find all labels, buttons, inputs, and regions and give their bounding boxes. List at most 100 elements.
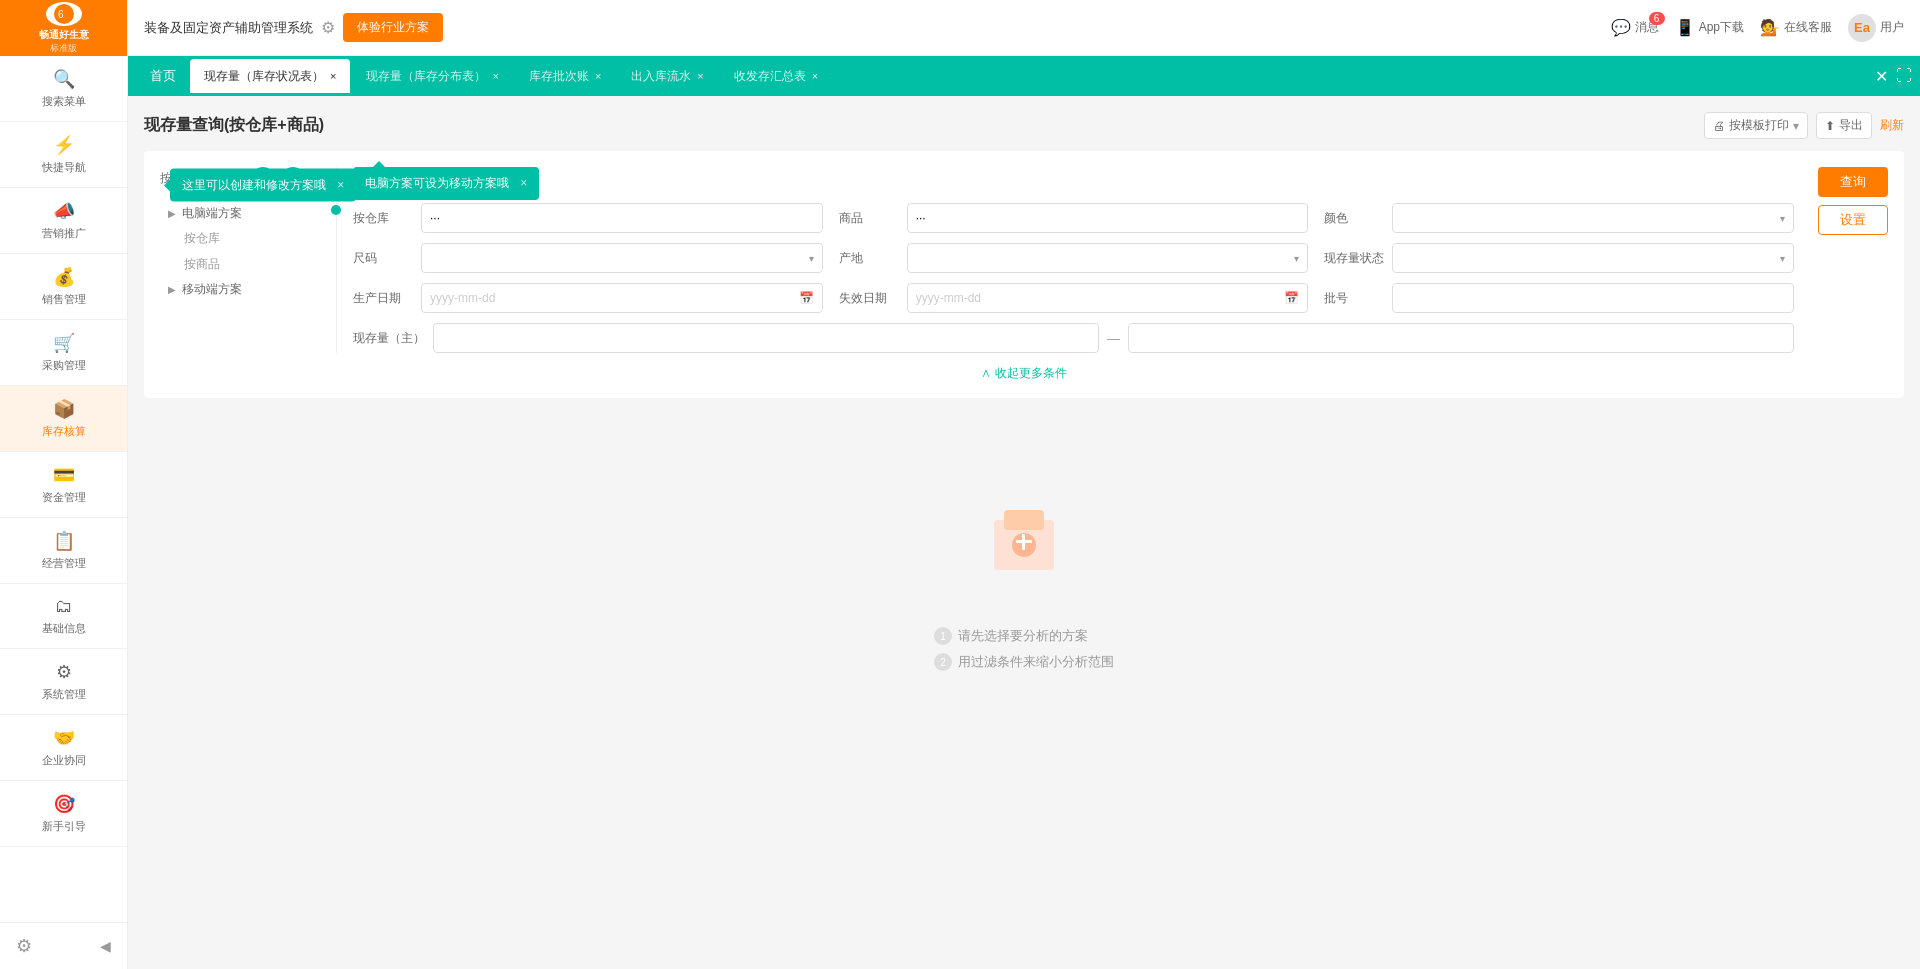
color-select[interactable]: ▾ [1392, 203, 1794, 233]
empty-step-2: 2 用过滤条件来缩小分析范围 [934, 653, 1114, 671]
user-avatar: Ea [1848, 14, 1876, 42]
system-icon: ⚙ [56, 661, 72, 683]
tooltip1-text: 电脑方案可设为移动方案哦 [365, 176, 509, 190]
sales-icon: 💰 [53, 266, 75, 288]
message-icon: 💬 [1611, 18, 1631, 37]
size-label: 尺码 [353, 250, 413, 267]
reset-button[interactable]: 设置 [1818, 205, 1888, 235]
app-download-button[interactable]: 📱 App下载 [1675, 18, 1744, 37]
settings-gear-icon[interactable]: ⚙ [321, 18, 335, 37]
filter-row-1: 按仓库 ··· 商品 ··· 颜色 [353, 203, 1794, 233]
content-area: 现存量查询(按仓库+商品) 🖨 按模板打印 ▾ ⬆ 导出 刷新 [128, 96, 1920, 969]
tab-home[interactable]: 首页 [136, 61, 190, 91]
tab-close-receive-summary[interactable]: × [812, 70, 818, 82]
sidebar-logo: 6 畅通好生意 标准版 [0, 0, 127, 56]
sidebar-item-search-menu[interactable]: 🔍 搜索菜单 [0, 56, 127, 122]
tooltip1-close[interactable]: × [520, 176, 527, 190]
trial-button[interactable]: 体验行业方案 [343, 13, 443, 42]
sidebar-item-label: 搜索菜单 [42, 94, 86, 109]
message-button[interactable]: 💬 消息 6 [1611, 18, 1659, 37]
header-left: 装备及固定资产辅助管理系统 ⚙ 体验行业方案 [144, 13, 443, 42]
scheme-item-pc[interactable]: ▶ 电脑端方案 [160, 201, 320, 226]
filter-warehouse: 按仓库 ··· [353, 203, 823, 233]
stock-qty-label: 现存量（主） [353, 330, 425, 347]
sidebar-item-purchase[interactable]: 🛒 采购管理 [0, 320, 127, 386]
stock-qty-max-input[interactable] [1128, 323, 1794, 353]
filter-expire-date: 失效日期 yyyy-mm-dd 📅 [839, 283, 1309, 313]
expire-date-input[interactable]: yyyy-mm-dd 📅 [907, 283, 1309, 313]
sidebar-item-marketing[interactable]: 📣 营销推广 [0, 188, 127, 254]
sidebar-item-sales[interactable]: 💰 销售管理 [0, 254, 127, 320]
pc-sub-item-1[interactable]: 按仓库 [176, 226, 320, 252]
header-right: 💬 消息 6 📱 App下载 💁 在线客服 Ea 用户 [1611, 14, 1904, 42]
tab-in-out-flow[interactable]: 出入库流水 × [617, 59, 717, 93]
scheme-pc-label: 电脑端方案 [182, 205, 242, 222]
tab-maximize-icon[interactable]: ⛶ [1896, 67, 1912, 85]
stock-qty-min-input[interactable] [433, 323, 1099, 353]
scheme-panel: 按以下方案查询 + ↻ « ▶ 电脑端方案 按仓库 [160, 167, 320, 353]
tab-batch-ledger[interactable]: 库存批次账 × [515, 59, 615, 93]
tab-receive-summary[interactable]: 收发存汇总表 × [720, 59, 832, 93]
origin-select[interactable]: ▾ [907, 243, 1309, 273]
print-icon: 🖨 [1713, 119, 1725, 133]
goods-label: 商品 [839, 210, 899, 227]
svg-text:6: 6 [58, 9, 64, 20]
scheme-item-mobile[interactable]: ▶ 移动端方案 [160, 277, 320, 302]
tab-close-inventory-dist[interactable]: × [492, 70, 498, 82]
goods-select[interactable]: ··· [907, 203, 1309, 233]
filter-size: 尺码 ▾ [353, 243, 823, 273]
create-scheme-tooltip: 这里可以创建和修改方案哦 × [170, 169, 356, 202]
collapse-sidebar-icon[interactable]: ◀ [100, 938, 111, 954]
filter-row-2: 尺码 ▾ 产地 ▾ [353, 243, 1794, 273]
search-menu-icon: 🔍 [53, 68, 75, 90]
print-template-button[interactable]: 🖨 按模板打印 ▾ [1704, 112, 1808, 139]
sidebar-item-enterprise[interactable]: 🤝 企业协同 [0, 715, 127, 781]
filter-origin: 产地 ▾ [839, 243, 1309, 273]
online-support-button[interactable]: 💁 在线客服 [1760, 18, 1832, 37]
step-2-text: 用过滤条件来缩小分析范围 [958, 653, 1114, 671]
export-button[interactable]: ⬆ 导出 [1816, 112, 1872, 139]
tab-inventory-status[interactable]: 现存量（库存状况表） × [190, 59, 350, 93]
tab-close-in-out-flow[interactable]: × [697, 70, 703, 82]
sidebar-item-guide[interactable]: 🎯 新手引导 [0, 781, 127, 847]
prod-date-calendar-icon: 📅 [799, 291, 814, 305]
expire-date-label: 失效日期 [839, 290, 899, 307]
sidebar-item-finance[interactable]: 💳 资金管理 [0, 452, 127, 518]
filter-row-3: 生产日期 yyyy-mm-dd 📅 失效日期 yyyy-mm-dd 📅 [353, 283, 1794, 313]
search-button[interactable]: 查询 [1818, 167, 1888, 197]
collapse-more-button[interactable]: ∧ 收起更多条件 [160, 365, 1888, 382]
logo-icon: 6 [46, 2, 82, 26]
sidebar-item-quick-nav[interactable]: ⚡ 快捷导航 [0, 122, 127, 188]
export-icon: ⬆ [1825, 119, 1835, 133]
page-title-bar: 现存量查询(按仓库+商品) 🖨 按模板打印 ▾ ⬆ 导出 刷新 [144, 112, 1904, 139]
refresh-button[interactable]: 刷新 [1880, 117, 1904, 134]
pc-sub-item-2[interactable]: 按商品 [176, 252, 320, 278]
batch-input[interactable] [1392, 283, 1794, 313]
prod-date-label: 生产日期 [353, 290, 413, 307]
tab-close-all-icon[interactable]: ✕ [1875, 67, 1888, 86]
tooltip2-text: 这里可以创建和修改方案哦 [182, 178, 326, 192]
size-chevron-icon: ▾ [809, 253, 814, 264]
user-button[interactable]: Ea 用户 [1848, 14, 1904, 42]
sidebar-item-operations[interactable]: 📋 经营管理 [0, 518, 127, 584]
tab-close-batch-ledger[interactable]: × [595, 70, 601, 82]
batch-label: 批号 [1324, 290, 1384, 307]
sidebar-item-basic-info[interactable]: 🗂 基础信息 [0, 584, 127, 649]
settings-icon[interactable]: ⚙ [16, 935, 32, 957]
tab-close-inventory-status[interactable]: × [330, 70, 336, 82]
tooltip2-close[interactable]: × [337, 178, 344, 192]
stock-status-select[interactable]: ▾ [1392, 243, 1794, 273]
basic-info-icon: 🗂 [55, 596, 73, 617]
sidebar-footer: ⚙ ◀ [0, 922, 127, 969]
enterprise-icon: 🤝 [53, 727, 75, 749]
prod-date-input[interactable]: yyyy-mm-dd 📅 [421, 283, 823, 313]
sidebar-item-system[interactable]: ⚙ 系统管理 [0, 649, 127, 715]
system-name: 装备及固定资产辅助管理系统 [144, 19, 313, 37]
sidebar-item-inventory[interactable]: 📦 库存核算 [0, 386, 127, 452]
main-area: 装备及固定资产辅助管理系统 ⚙ 体验行业方案 💬 消息 6 📱 App下载 💁 … [128, 0, 1920, 969]
tab-inventory-dist[interactable]: 现存量（库存分布表） × [352, 59, 512, 93]
warehouse-select[interactable]: ··· [421, 203, 823, 233]
origin-chevron-icon: ▾ [1294, 253, 1299, 264]
size-select[interactable]: ▾ [421, 243, 823, 273]
online-support-icon: 💁 [1760, 18, 1780, 37]
